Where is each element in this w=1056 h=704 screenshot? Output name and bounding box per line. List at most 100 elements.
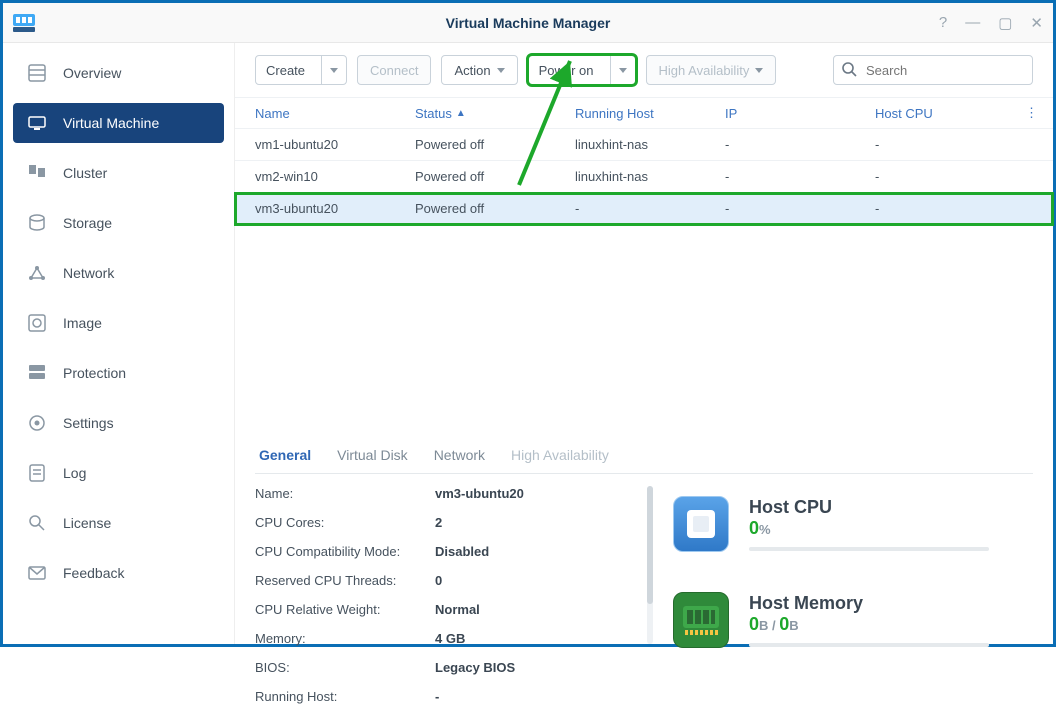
sidebar-item-label: Settings	[63, 415, 114, 431]
settings-icon	[27, 413, 47, 433]
sidebar-item-label: Cluster	[63, 165, 107, 181]
detail-tabs: General Virtual Disk Network High Availa…	[255, 435, 1033, 474]
feedback-icon	[27, 563, 47, 583]
caret-icon	[619, 68, 627, 73]
window-title: Virtual Machine Manager	[3, 15, 1053, 31]
col-status[interactable]: Status▲	[415, 106, 575, 121]
col-ip[interactable]: IP	[725, 106, 875, 121]
metric-host-cpu: Host CPU 0%	[673, 496, 1033, 552]
memory-icon	[673, 592, 729, 648]
sidebar-item-label: Image	[63, 315, 102, 331]
sidebar-item-overview[interactable]: Overview	[13, 53, 224, 93]
sidebar-item-label: Overview	[63, 65, 121, 81]
app-icon	[13, 14, 35, 32]
search-field	[833, 55, 1033, 85]
col-cpu[interactable]: Host CPU	[875, 106, 1025, 121]
caret-icon	[330, 68, 338, 73]
sidebar-item-image[interactable]: Image	[13, 303, 224, 343]
detail-panel: General Virtual Disk Network High Availa…	[235, 435, 1053, 645]
sidebar-item-log[interactable]: Log	[13, 453, 224, 493]
sidebar-item-virtual-machine[interactable]: Virtual Machine	[13, 103, 224, 143]
value-cores: 2	[435, 515, 442, 530]
metric-bar	[749, 643, 989, 647]
sidebar-item-protection[interactable]: Protection	[13, 353, 224, 393]
value-resv: 0	[435, 573, 442, 588]
sidebar: Overview Virtual Machine Cluster Storage…	[3, 43, 235, 644]
sidebar-item-label: Storage	[63, 215, 112, 231]
sidebar-item-label: Virtual Machine	[63, 115, 159, 131]
label-resv: Reserved CPU Threads:	[255, 573, 435, 588]
table-header: Name Status▲ Running Host IP Host CPU ⋮	[235, 97, 1053, 129]
metric-value: 0	[749, 518, 759, 538]
sidebar-item-license[interactable]: License	[13, 503, 224, 543]
value-weight: Normal	[435, 602, 480, 617]
label-cores: CPU Cores:	[255, 515, 435, 530]
value-compat: Disabled	[435, 544, 489, 559]
maximize-icon[interactable]: ▢	[998, 14, 1012, 32]
metric-value: 0	[749, 614, 759, 634]
minimize-icon[interactable]: —	[965, 14, 980, 31]
sidebar-item-label: Protection	[63, 365, 126, 381]
label-mem: Memory:	[255, 631, 435, 646]
table-row[interactable]: vm2-win10Powered offlinuxhint-nas--	[235, 161, 1053, 193]
sidebar-item-label: License	[63, 515, 111, 531]
toolbar: Create Connect Action Power on High Avai…	[235, 43, 1053, 97]
table-row[interactable]: vm3-ubuntu20Powered off---	[235, 193, 1053, 225]
metric-unit: %	[759, 522, 771, 537]
scrollbar-thumb[interactable]	[647, 486, 653, 605]
sidebar-item-label: Network	[63, 265, 114, 281]
caret-icon	[497, 68, 505, 73]
search-icon	[841, 61, 857, 82]
sidebar-item-network[interactable]: Network	[13, 253, 224, 293]
cpu-icon	[673, 496, 729, 552]
detail-properties: Name:vm3-ubuntu20 CPU Cores:2 CPU Compat…	[255, 486, 643, 645]
overview-icon	[27, 63, 47, 83]
cluster-icon	[27, 163, 47, 183]
col-more[interactable]: ⋮	[1025, 105, 1045, 121]
tab-general[interactable]: General	[259, 447, 311, 463]
power-on-button[interactable]: Power on	[528, 55, 636, 85]
metric-title: Host Memory	[749, 593, 989, 614]
create-button[interactable]: Create	[255, 55, 347, 85]
vm-icon	[27, 113, 47, 133]
label-bios: BIOS:	[255, 660, 435, 675]
label-name: Name:	[255, 486, 435, 501]
label-weight: CPU Relative Weight:	[255, 602, 435, 617]
table-row[interactable]: vm1-ubuntu20Powered offlinuxhint-nas--	[235, 129, 1053, 161]
protection-icon	[27, 363, 47, 383]
metric-title: Host CPU	[749, 497, 989, 518]
titlebar: Virtual Machine Manager ? — ▢ ✕	[3, 3, 1053, 43]
search-input[interactable]	[833, 55, 1033, 85]
tab-network[interactable]: Network	[434, 447, 485, 463]
col-name[interactable]: Name	[255, 106, 415, 121]
tab-virtual-disk[interactable]: Virtual Disk	[337, 447, 408, 463]
help-icon[interactable]: ?	[939, 14, 947, 31]
connect-button[interactable]: Connect	[357, 55, 431, 85]
sidebar-item-cluster[interactable]: Cluster	[13, 153, 224, 193]
sidebar-item-storage[interactable]: Storage	[13, 203, 224, 243]
col-host[interactable]: Running Host	[575, 106, 725, 121]
value-bios: Legacy BIOS	[435, 660, 515, 675]
label-host: Running Host:	[255, 689, 435, 704]
log-icon	[27, 463, 47, 483]
vm-table: Name Status▲ Running Host IP Host CPU ⋮ …	[235, 97, 1053, 225]
action-button[interactable]: Action	[441, 55, 517, 85]
high-availability-button[interactable]: High Availability	[646, 55, 777, 85]
tab-high-availability[interactable]: High Availability	[511, 447, 609, 463]
sidebar-item-settings[interactable]: Settings	[13, 403, 224, 443]
metric-host-memory: Host Memory 0B / 0B	[673, 592, 1033, 648]
network-icon	[27, 263, 47, 283]
image-icon	[27, 313, 47, 333]
sidebar-item-label: Feedback	[63, 565, 124, 581]
storage-icon	[27, 213, 47, 233]
sidebar-item-feedback[interactable]: Feedback	[13, 553, 224, 593]
content: Create Connect Action Power on High Avai…	[235, 43, 1053, 644]
metric-bar	[749, 547, 989, 551]
label-compat: CPU Compatibility Mode:	[255, 544, 435, 559]
close-icon[interactable]: ✕	[1030, 14, 1043, 32]
value-name: vm3-ubuntu20	[435, 486, 524, 501]
caret-icon	[755, 68, 763, 73]
license-icon	[27, 513, 47, 533]
sidebar-item-label: Log	[63, 465, 86, 481]
sort-asc-icon: ▲	[456, 108, 466, 119]
